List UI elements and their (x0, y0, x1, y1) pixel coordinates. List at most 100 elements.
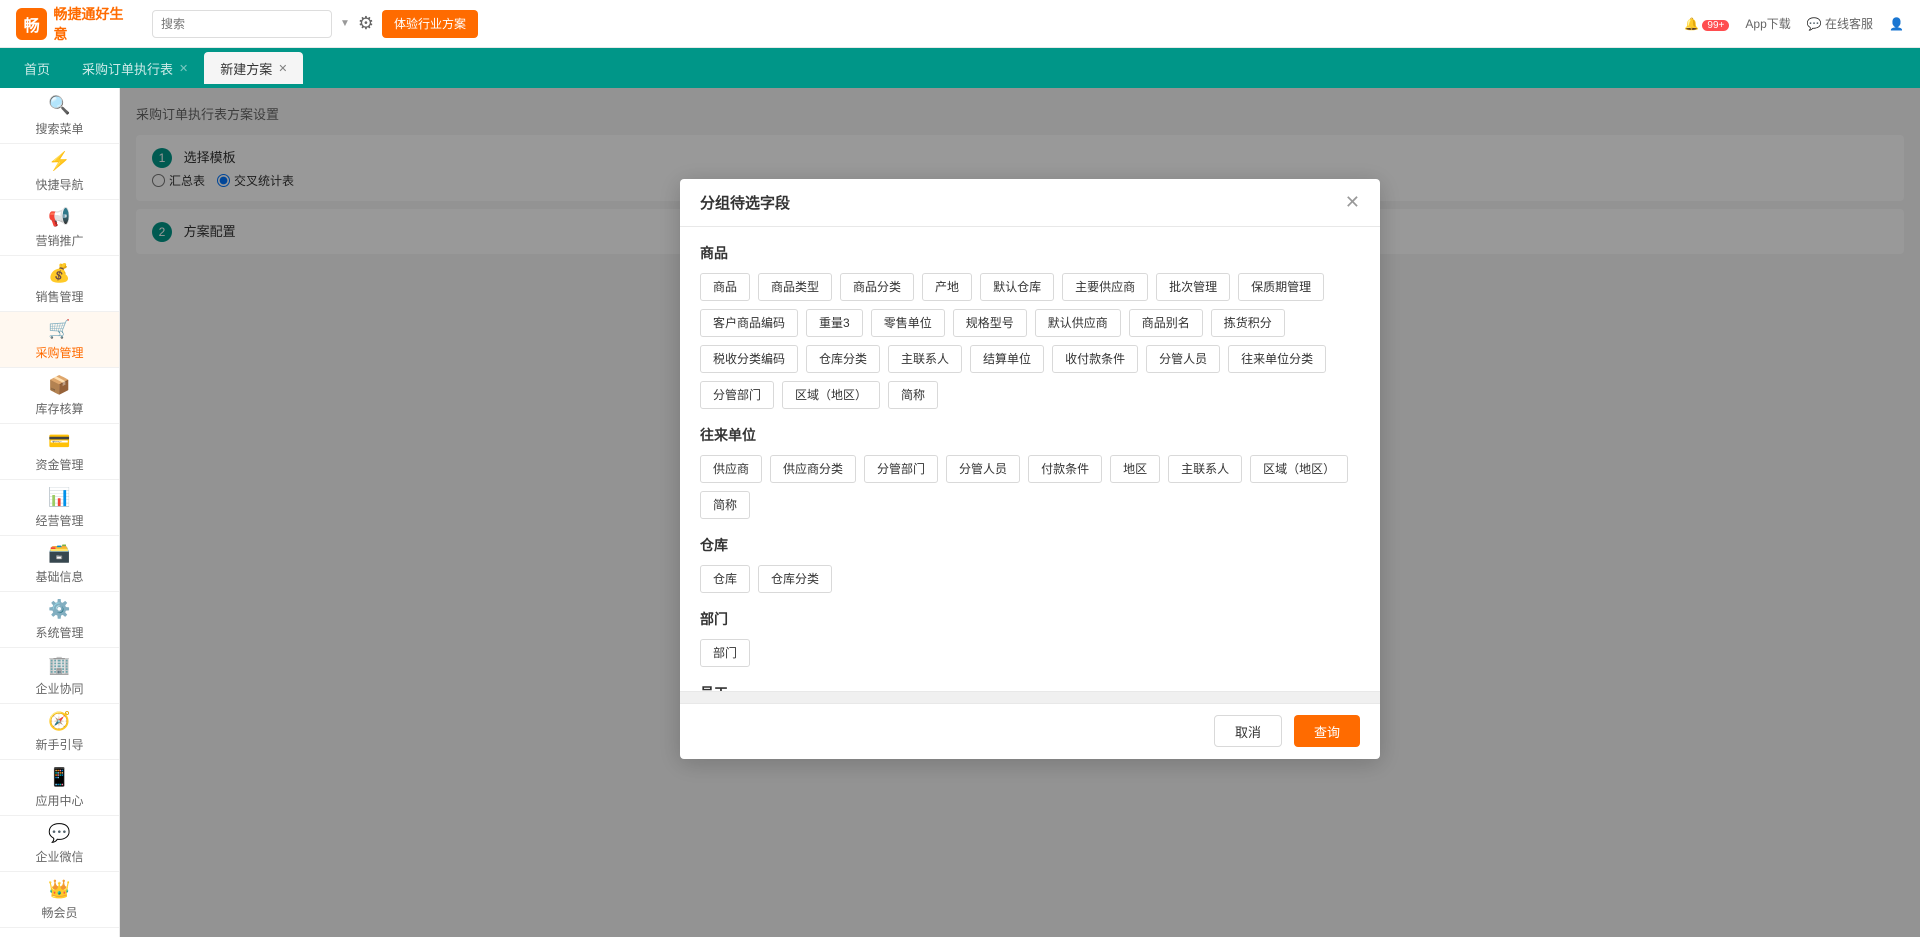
trial-btn[interactable]: 体验行业方案 (382, 10, 478, 38)
field-tag-goods-alias[interactable]: 商品别名 (1129, 309, 1203, 337)
field-tag-goods-goods[interactable]: 商品 (700, 273, 750, 301)
enterprise-icon: 🏢 (48, 655, 70, 676)
sidebar-item-operation[interactable]: 📊 经营管理 (0, 480, 119, 536)
field-tag-dept-dept[interactable]: 部门 (700, 639, 750, 667)
field-tag-wh-category[interactable]: 仓库分类 (758, 565, 832, 593)
sidebar-item-purchase-label: 采购管理 (35, 344, 83, 361)
field-tag-goods-wh-category[interactable]: 仓库分类 (806, 345, 880, 373)
header-right: 🔔 99+ App下载 💬 在线客服 👤 (1684, 15, 1904, 32)
section-title-warehouse: 仓库 (700, 535, 1360, 555)
logo-icon: 畅 (16, 8, 47, 40)
tab-new-plan-close[interactable]: ✕ (278, 62, 287, 75)
sidebar-item-sysmgmt-label: 系统管理 (35, 624, 83, 641)
online-service-link[interactable]: 💬 在线客服 (1807, 15, 1873, 32)
tab-purchase-exec-close[interactable]: ✕ (179, 62, 188, 75)
field-tag-goods-type[interactable]: 商品类型 (758, 273, 832, 301)
settings-icon[interactable]: ⚙ (358, 13, 374, 34)
sidebar: 🔍 搜索菜单 ⚡ 快捷导航 📢 营销推广 💰 销售管理 🛒 采购管理 📦 库存核… (0, 88, 120, 937)
sidebar-item-sales[interactable]: 💰 销售管理 (0, 256, 119, 312)
tab-new-plan-label: 新建方案 (220, 59, 272, 78)
dialog-body: 商品 商品 商品类型 商品分类 产地 默认仓库 主要供应商 批次管理 保质期管理… (680, 227, 1380, 691)
field-select-dialog: 分组待选字段 ✕ 商品 商品 商品类型 商品分类 产地 默认仓库 主要供应商 批… (680, 179, 1380, 759)
field-tag-goods-short-name[interactable]: 简称 (888, 381, 938, 409)
dialog-title: 分组待选字段 (700, 192, 790, 213)
sidebar-item-operation-label: 经营管理 (35, 512, 83, 529)
sidebar-item-guide[interactable]: 🧭 新手引导 (0, 704, 119, 760)
tab-purchase-exec-label: 采购订单执行表 (82, 59, 173, 78)
dialog-horizontal-scrollbar[interactable] (680, 691, 1380, 703)
top-header: 畅 畅捷通好生意 ▼ ⚙ 体验行业方案 🔔 99+ App下载 💬 在线客服 👤 (0, 0, 1920, 48)
sidebar-item-appcenter-label: 应用中心 (35, 792, 83, 809)
field-tag-partner-short[interactable]: 简称 (700, 491, 750, 519)
field-tag-goods-customer-code[interactable]: 客户商品编码 (700, 309, 798, 337)
field-tag-goods-dept[interactable]: 分管部门 (700, 381, 774, 409)
field-tag-goods-retail-unit[interactable]: 零售单位 (871, 309, 945, 337)
sidebar-item-quicknav[interactable]: ⚡ 快捷导航 (0, 144, 119, 200)
guide-icon: 🧭 (48, 711, 70, 732)
field-tag-goods-payment-terms[interactable]: 收付款条件 (1052, 345, 1138, 373)
field-tag-partner-region[interactable]: 地区 (1110, 455, 1160, 483)
field-tag-goods-weight[interactable]: 重量3 (806, 309, 863, 337)
tab-home[interactable]: 首页 (8, 52, 66, 84)
header-search-input[interactable] (152, 10, 332, 38)
sidebar-item-wechat-label: 企业微信 (35, 848, 83, 865)
sidebar-item-appcenter[interactable]: 📱 应用中心 (0, 760, 119, 816)
confirm-button[interactable]: 查询 (1294, 715, 1360, 747)
sidebar-item-search-label: 搜索菜单 (35, 120, 83, 137)
field-tag-partner-supplier-cat[interactable]: 供应商分类 (770, 455, 856, 483)
field-tag-partner-area[interactable]: 区域（地区） (1250, 455, 1348, 483)
header-middle: ▼ ⚙ 体验行业方案 (152, 10, 1684, 38)
section-title-staff: 员工 (700, 683, 1360, 691)
field-tag-goods-category[interactable]: 商品分类 (840, 273, 914, 301)
field-tag-goods-partner-category[interactable]: 往来单位分类 (1228, 345, 1326, 373)
field-tag-partner-contact[interactable]: 主联系人 (1168, 455, 1242, 483)
logo-text: 畅捷通好生意 (53, 4, 136, 44)
sidebar-item-search[interactable]: 🔍 搜索菜单 (0, 88, 119, 144)
field-tag-goods-settle-unit[interactable]: 结算单位 (970, 345, 1044, 373)
field-tag-partner-supplier[interactable]: 供应商 (700, 455, 762, 483)
sidebar-item-marketing-label: 营销推广 (35, 232, 83, 249)
field-tag-goods-supervisor[interactable]: 分管人员 (1146, 345, 1220, 373)
field-tag-goods-region[interactable]: 区域（地区） (782, 381, 880, 409)
sidebar-item-sysmgmt[interactable]: ⚙️ 系统管理 (0, 592, 119, 648)
baseinfo-icon: 🗃️ (48, 543, 70, 564)
sidebar-item-purchase[interactable]: 🛒 采购管理 (0, 312, 119, 368)
sidebar-item-guide-label: 新手引导 (35, 736, 83, 753)
tab-bar: 首页 采购订单执行表 ✕ 新建方案 ✕ (0, 48, 1920, 88)
field-tag-goods-spec[interactable]: 规格型号 (953, 309, 1027, 337)
field-tag-goods-main-supplier[interactable]: 主要供应商 (1062, 273, 1148, 301)
field-tag-goods-batch[interactable]: 批次管理 (1156, 273, 1230, 301)
sidebar-item-inventory-label: 库存核算 (35, 400, 83, 417)
field-tag-partner-supervisor[interactable]: 分管人员 (946, 455, 1020, 483)
field-tag-goods-warehouse[interactable]: 默认仓库 (980, 273, 1054, 301)
sidebar-item-finance[interactable]: 💳 资金管理 (0, 424, 119, 480)
tab-purchase-exec[interactable]: 采购订单执行表 ✕ (66, 52, 204, 84)
sidebar-item-baseinfo[interactable]: 🗃️ 基础信息 (0, 536, 119, 592)
cancel-button[interactable]: 取消 (1214, 715, 1282, 747)
section-title-dept: 部门 (700, 609, 1360, 629)
partners-tag-grid: 供应商 供应商分类 分管部门 分管人员 付款条件 地区 主联系人 区域（地区） … (700, 455, 1360, 519)
sidebar-item-marketing[interactable]: 📢 营销推广 (0, 200, 119, 256)
field-tag-goods-expiry[interactable]: 保质期管理 (1238, 273, 1324, 301)
field-tag-wh-warehouse[interactable]: 仓库 (700, 565, 750, 593)
field-tag-partner-dept[interactable]: 分管部门 (864, 455, 938, 483)
field-tag-goods-default-supplier[interactable]: 默认供应商 (1035, 309, 1121, 337)
field-tag-goods-pick-points[interactable]: 拣货积分 (1211, 309, 1285, 337)
sidebar-item-quicknav-label: 快捷导航 (35, 176, 83, 193)
sidebar-item-wechat[interactable]: 💬 企业微信 (0, 816, 119, 872)
finance-icon: 💳 (48, 431, 70, 452)
sidebar-item-inventory[interactable]: 📦 库存核算 (0, 368, 119, 424)
tab-new-plan[interactable]: 新建方案 ✕ (204, 52, 303, 84)
user-avatar[interactable]: 👤 (1889, 17, 1904, 31)
field-tag-goods-origin[interactable]: 产地 (922, 273, 972, 301)
field-tag-goods-tax-code[interactable]: 税收分类编码 (700, 345, 798, 373)
sidebar-item-enterprise-label: 企业协同 (35, 680, 83, 697)
notification-area[interactable]: 🔔 99+ (1684, 17, 1729, 31)
sidebar-item-enterprise[interactable]: 🏢 企业协同 (0, 648, 119, 704)
app-download-link[interactable]: App下载 (1745, 15, 1790, 32)
section-title-goods: 商品 (700, 243, 1360, 263)
dialog-close-button[interactable]: ✕ (1345, 192, 1360, 213)
field-tag-goods-contact[interactable]: 主联系人 (888, 345, 962, 373)
sidebar-item-member[interactable]: 👑 畅会员 (0, 872, 119, 928)
field-tag-partner-payment[interactable]: 付款条件 (1028, 455, 1102, 483)
